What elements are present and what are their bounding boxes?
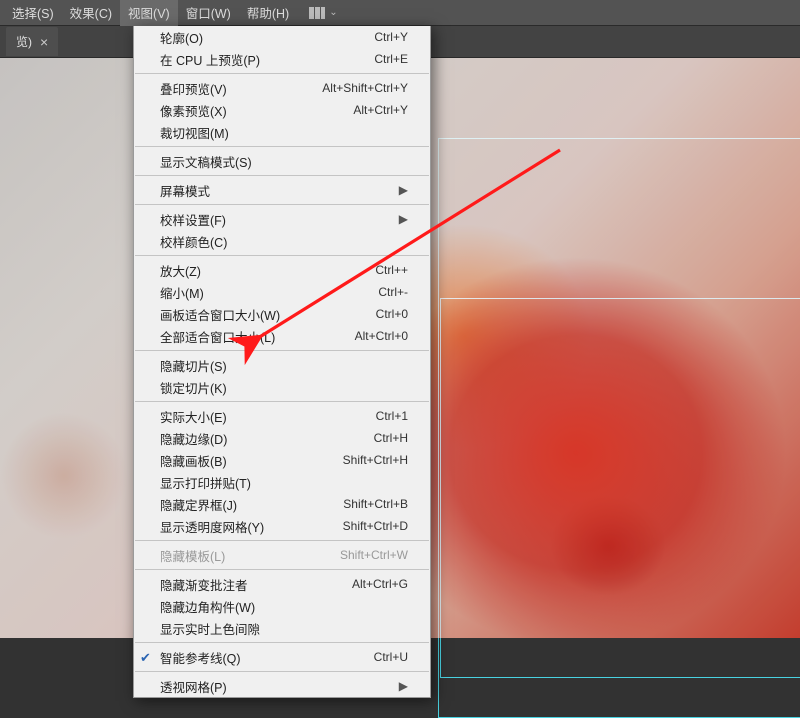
menu-item-label: 裁切视图(M)	[160, 123, 408, 142]
menu-item-label: 隐藏切片(S)	[160, 356, 408, 375]
layout-switcher[interactable]: ⌄	[303, 5, 343, 21]
menu-item-label: 隐藏渐变批注者	[160, 575, 352, 594]
check-icon: ✔	[140, 650, 154, 664]
menu-separator	[135, 569, 429, 570]
menu-separator	[135, 175, 429, 176]
menu-item[interactable]: 在 CPU 上预览(P)Ctrl+E	[134, 48, 430, 70]
menu-item[interactable]: 隐藏定界框(J)Shift+Ctrl+B	[134, 493, 430, 515]
menu-item[interactable]: 叠印预览(V)Alt+Shift+Ctrl+Y	[134, 77, 430, 99]
menu-separator	[135, 350, 429, 351]
document-tab-label: 览)	[16, 33, 32, 50]
chevron-right-icon: ▶	[399, 679, 408, 693]
menu-item-label: 校样设置(F)	[160, 210, 399, 229]
menu-item[interactable]: 校样设置(F)▶	[134, 208, 430, 230]
menu-item: 隐藏模板(L)Shift+Ctrl+W	[134, 544, 430, 566]
menu-item-shortcut: Ctrl+U	[374, 650, 408, 664]
menu-help[interactable]: 帮助(H)	[239, 0, 297, 26]
menu-item-label: 校样颜色(C)	[160, 232, 408, 251]
menu-item-shortcut: Alt+Ctrl+Y	[353, 103, 408, 117]
menu-item[interactable]: 显示文稿模式(S)	[134, 150, 430, 172]
menu-item[interactable]: 显示实时上色间隙	[134, 617, 430, 639]
menu-select[interactable]: 选择(S)	[4, 0, 62, 26]
menu-separator	[135, 671, 429, 672]
menu-item-shortcut: Shift+Ctrl+B	[343, 497, 408, 511]
menu-effects[interactable]: 效果(C)	[62, 0, 120, 26]
menu-item-label: 屏幕模式	[160, 181, 399, 200]
menu-separator	[135, 204, 429, 205]
menu-item-shortcut: Ctrl+H	[374, 431, 408, 445]
menu-item[interactable]: 轮廓(O)Ctrl+Y	[134, 26, 430, 48]
menu-item[interactable]: 全部适合窗口大小(L)Alt+Ctrl+0	[134, 325, 430, 347]
menu-view[interactable]: 视图(V)	[120, 0, 178, 26]
chevron-right-icon: ▶	[399, 212, 408, 226]
menu-item-label: 缩小(M)	[160, 283, 378, 302]
menu-item-shortcut: Ctrl+0	[376, 307, 408, 321]
menu-item-label: 锁定切片(K)	[160, 378, 408, 397]
menu-item-shortcut: Shift+Ctrl+D	[343, 519, 408, 533]
menu-item[interactable]: 屏幕模式▶	[134, 179, 430, 201]
chevron-down-icon: ⌄	[329, 7, 337, 18]
menu-item-shortcut: Alt+Shift+Ctrl+Y	[322, 81, 408, 95]
menu-item-label: 透视网格(P)	[160, 677, 399, 696]
top-menubar: 选择(S) 效果(C) 视图(V) 窗口(W) 帮助(H) ⌄	[0, 0, 800, 26]
menu-item-label: 显示实时上色间隙	[160, 619, 408, 638]
menu-item[interactable]: ✔ 智能参考线(Q)Ctrl+U	[134, 646, 430, 668]
menu-separator	[135, 146, 429, 147]
menu-item-label: 隐藏边角构件(W)	[160, 597, 408, 616]
menu-item[interactable]: 隐藏边缘(D)Ctrl+H	[134, 427, 430, 449]
menu-item-label: 显示打印拼贴(T)	[160, 473, 408, 492]
selection-bounds	[440, 298, 800, 678]
menu-item-shortcut: Ctrl++	[375, 263, 408, 277]
menu-item-shortcut: Shift+Ctrl+H	[343, 453, 408, 467]
menu-item-shortcut: Ctrl+1	[376, 409, 408, 423]
menu-item[interactable]: 锁定切片(K)	[134, 376, 430, 398]
close-icon[interactable]: ×	[40, 34, 48, 50]
view-dropdown: 轮廓(O)Ctrl+Y在 CPU 上预览(P)Ctrl+E叠印预览(V)Alt+…	[133, 26, 431, 698]
menu-item[interactable]: 隐藏画板(B)Shift+Ctrl+H	[134, 449, 430, 471]
menu-item-shortcut: Ctrl+E	[374, 52, 408, 66]
menu-item-label: 隐藏边缘(D)	[160, 429, 374, 448]
menu-item-label: 轮廓(O)	[160, 28, 374, 47]
menu-item-label: 显示透明度网格(Y)	[160, 517, 343, 536]
menu-item-label: 画板适合窗口大小(W)	[160, 305, 376, 324]
menu-item-shortcut: Ctrl+-	[378, 285, 408, 299]
menu-item[interactable]: 实际大小(E)Ctrl+1	[134, 405, 430, 427]
menu-item[interactable]: 缩小(M)Ctrl+-	[134, 281, 430, 303]
menu-item-label: 隐藏定界框(J)	[160, 495, 343, 514]
menu-item-shortcut: Shift+Ctrl+W	[340, 548, 408, 562]
menu-separator	[135, 540, 429, 541]
menu-item-label: 智能参考线(Q)	[160, 648, 374, 667]
menu-item[interactable]: 显示打印拼贴(T)	[134, 471, 430, 493]
menu-item[interactable]: 画板适合窗口大小(W)Ctrl+0	[134, 303, 430, 325]
menu-item-label: 实际大小(E)	[160, 407, 376, 426]
menu-item[interactable]: 透视网格(P)▶	[134, 675, 430, 697]
menu-item-label: 在 CPU 上预览(P)	[160, 50, 374, 69]
chevron-right-icon: ▶	[399, 183, 408, 197]
menu-item[interactable]: 隐藏边角构件(W)	[134, 595, 430, 617]
menu-item-label: 隐藏模板(L)	[160, 546, 340, 565]
menu-item-label: 像素预览(X)	[160, 101, 353, 120]
menu-item[interactable]: 裁切视图(M)	[134, 121, 430, 143]
menu-separator	[135, 642, 429, 643]
menu-item[interactable]: 隐藏切片(S)	[134, 354, 430, 376]
menu-item-shortcut: Ctrl+Y	[374, 30, 408, 44]
document-tab[interactable]: 览) ×	[6, 27, 58, 56]
menu-item[interactable]: 显示透明度网格(Y)Shift+Ctrl+D	[134, 515, 430, 537]
columns-icon	[309, 7, 325, 19]
menu-separator	[135, 401, 429, 402]
menu-item-label: 隐藏画板(B)	[160, 451, 343, 470]
menu-separator	[135, 73, 429, 74]
menu-item-label: 全部适合窗口大小(L)	[160, 327, 355, 346]
menu-item[interactable]: 校样颜色(C)	[134, 230, 430, 252]
menu-item[interactable]: 像素预览(X)Alt+Ctrl+Y	[134, 99, 430, 121]
menu-item-shortcut: Alt+Ctrl+G	[352, 577, 408, 591]
menu-item[interactable]: 放大(Z)Ctrl++	[134, 259, 430, 281]
menu-separator	[135, 255, 429, 256]
menu-item-label: 显示文稿模式(S)	[160, 152, 408, 171]
menu-item[interactable]: 隐藏渐变批注者Alt+Ctrl+G	[134, 573, 430, 595]
menu-item-label: 叠印预览(V)	[160, 79, 322, 98]
menu-item-label: 放大(Z)	[160, 261, 375, 280]
menu-window[interactable]: 窗口(W)	[178, 0, 239, 26]
menu-item-shortcut: Alt+Ctrl+0	[355, 329, 408, 343]
